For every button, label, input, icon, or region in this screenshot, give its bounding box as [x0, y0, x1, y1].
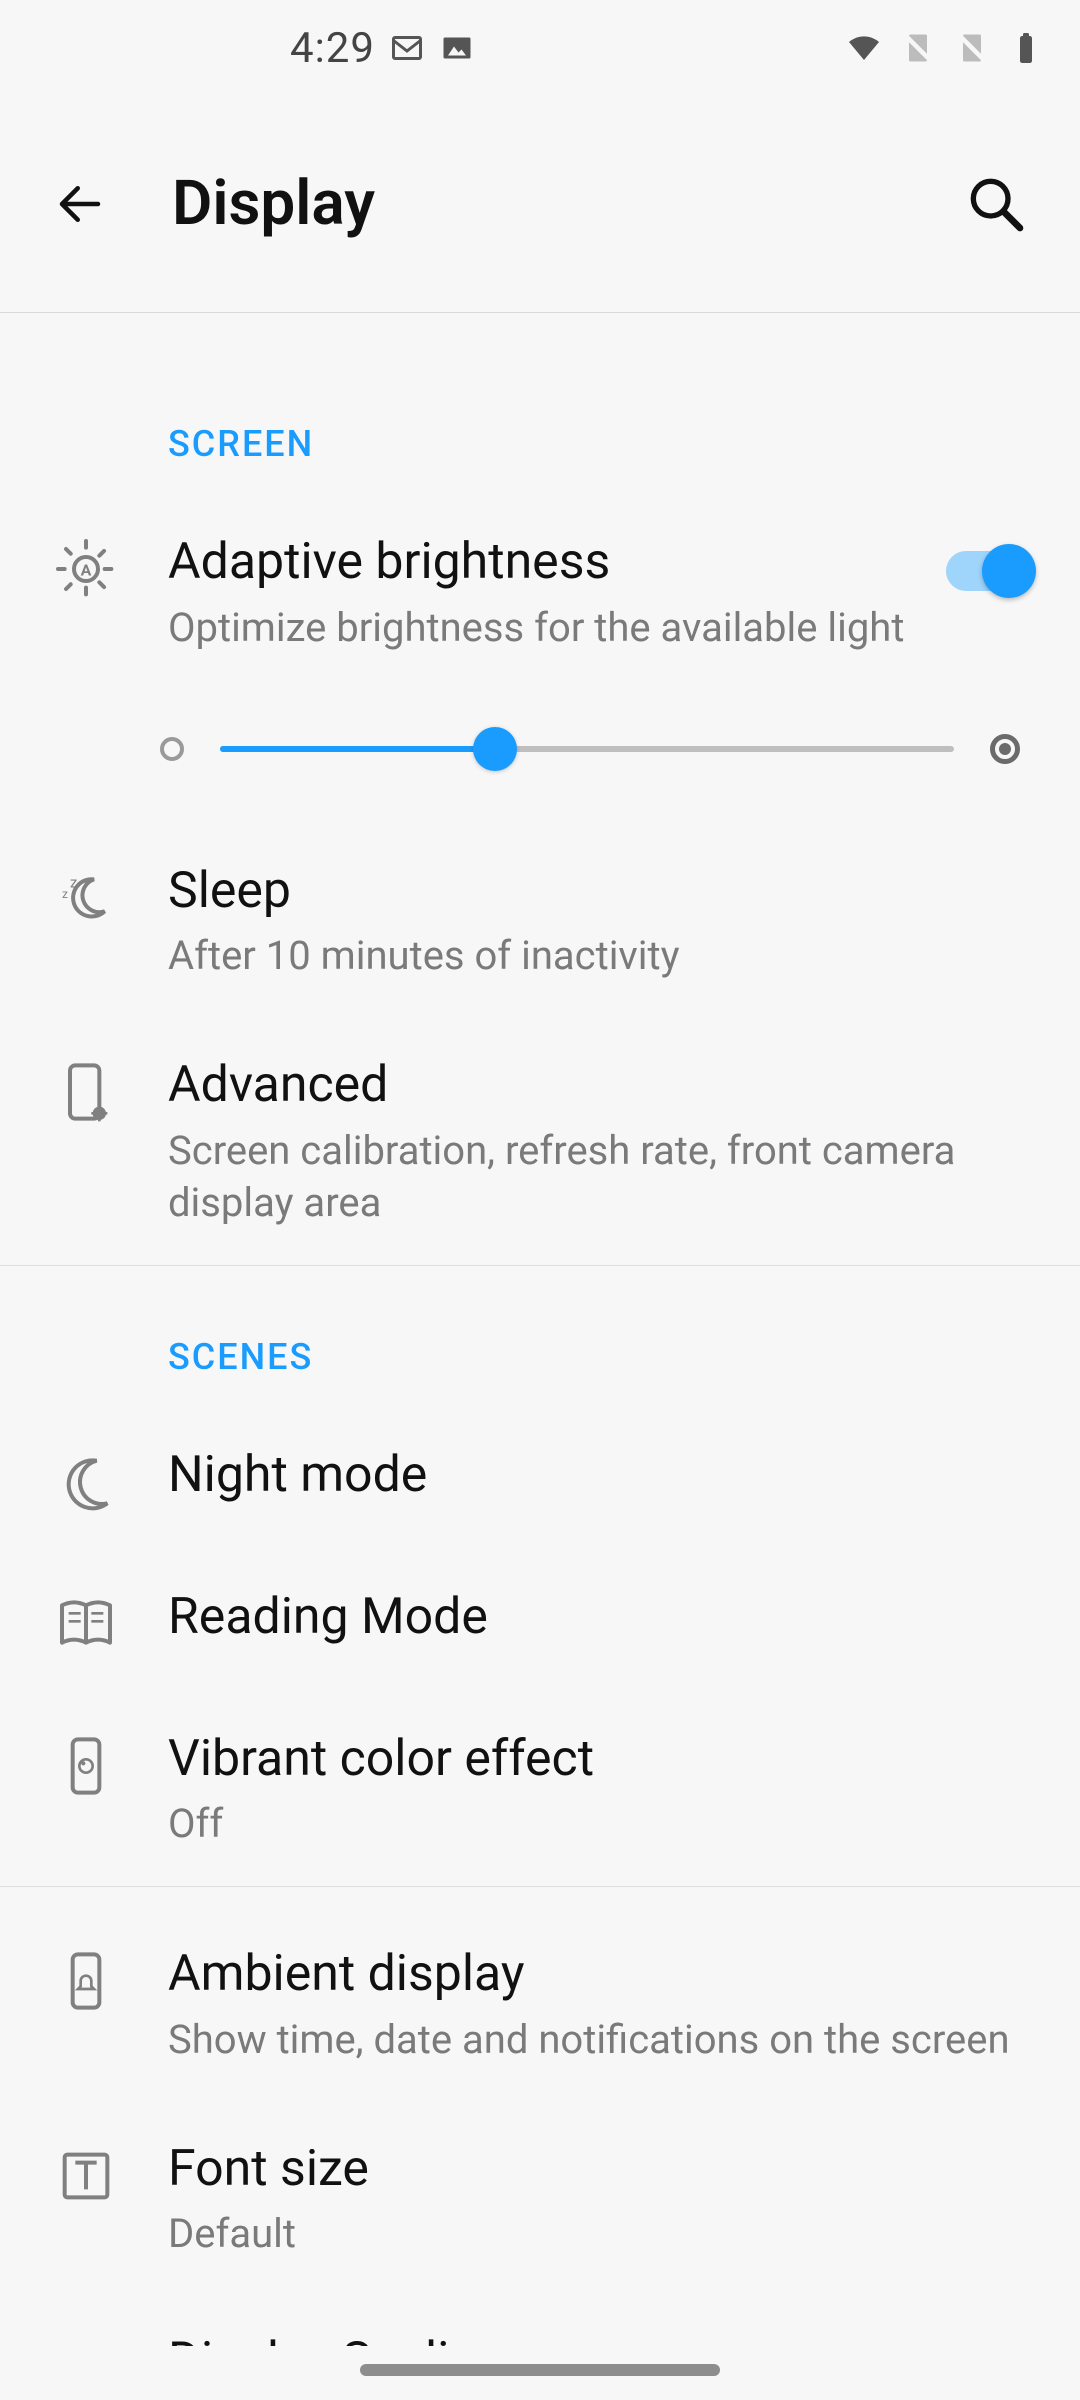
- display-scaling-title: Display Scaling: [168, 2332, 505, 2346]
- row-adaptive-brightness[interactable]: A Adaptive brightness Optimize brightnes…: [0, 495, 1080, 690]
- row-reading-mode[interactable]: Reading Mode: [0, 1550, 1080, 1692]
- settings-list: SCREEN: [0, 313, 1080, 2346]
- battery-icon: [1008, 30, 1044, 66]
- svg-text:z: z: [70, 873, 77, 891]
- font-size-subtitle: Default: [168, 2208, 1020, 2260]
- book-icon: [54, 1592, 118, 1656]
- wifi-icon: [846, 30, 882, 66]
- gesture-nav-bar[interactable]: [360, 2364, 720, 2376]
- row-advanced[interactable]: Advanced Screen calibration, refresh rat…: [0, 1018, 1080, 1265]
- section-header-screen: SCREEN: [0, 313, 1080, 495]
- search-button[interactable]: [956, 164, 1036, 244]
- mail-icon: [389, 30, 425, 66]
- brightness-slider-thumb[interactable]: [473, 727, 517, 771]
- section-header-scenes: SCENES: [0, 1266, 1080, 1408]
- font-size-icon: [54, 2144, 118, 2208]
- adaptive-brightness-title: Adaptive brightness: [168, 531, 922, 594]
- advanced-subtitle: Screen calibration, refresh rate, front …: [168, 1125, 1020, 1229]
- row-sleep[interactable]: zz Sleep After 10 minutes of inactivity: [0, 824, 1080, 1019]
- vibrant-color-title: Vibrant color effect: [168, 1728, 1020, 1791]
- brightness-min-icon: [160, 737, 184, 761]
- vibrant-color-subtitle: Off: [168, 1798, 1020, 1850]
- row-display-scaling[interactable]: Display Scaling: [0, 2296, 1080, 2346]
- phone-palette-icon: [54, 1734, 118, 1798]
- brightness-slider[interactable]: [220, 746, 954, 752]
- sim2-off-icon: [954, 30, 990, 66]
- sleep-title: Sleep: [168, 860, 1020, 923]
- image-icon: [439, 30, 475, 66]
- reading-mode-title: Reading Mode: [168, 1586, 1020, 1649]
- night-mode-title: Night mode: [168, 1444, 1020, 1507]
- svg-text:z: z: [62, 887, 68, 901]
- font-size-title: Font size: [168, 2138, 1020, 2201]
- ambient-display-subtitle: Show time, date and notifications on the…: [168, 2014, 1020, 2066]
- sleep-subtitle: After 10 minutes of inactivity: [168, 930, 1020, 982]
- brightness-max-icon: [990, 734, 1020, 764]
- status-time: 4:29: [290, 24, 375, 73]
- row-ambient-display[interactable]: Ambient display Show time, date and noti…: [0, 1887, 1080, 2102]
- advanced-title: Advanced: [168, 1054, 1020, 1117]
- adaptive-brightness-subtitle: Optimize brightness for the available li…: [168, 602, 922, 654]
- row-vibrant-color[interactable]: Vibrant color effect Off: [0, 1692, 1080, 1887]
- phone-bell-icon: [54, 1949, 118, 2013]
- page-title: Display: [172, 167, 375, 240]
- sim1-off-icon: [900, 30, 936, 66]
- brightness-slider-row[interactable]: [0, 690, 1080, 824]
- phone-gear-icon: [54, 1060, 118, 1124]
- svg-text:A: A: [81, 561, 92, 580]
- row-night-mode[interactable]: Night mode: [0, 1408, 1080, 1550]
- back-button[interactable]: [40, 164, 120, 244]
- adaptive-brightness-switch[interactable]: [942, 545, 1034, 597]
- app-bar: Display: [0, 96, 1080, 312]
- sleep-icon: zz: [54, 866, 118, 930]
- row-font-size[interactable]: Font size Default: [0, 2102, 1080, 2297]
- moon-icon: [54, 1450, 118, 1514]
- status-bar: 4:29: [0, 0, 1080, 96]
- ambient-display-title: Ambient display: [168, 1943, 1020, 2006]
- brightness-auto-icon: A: [54, 537, 118, 601]
